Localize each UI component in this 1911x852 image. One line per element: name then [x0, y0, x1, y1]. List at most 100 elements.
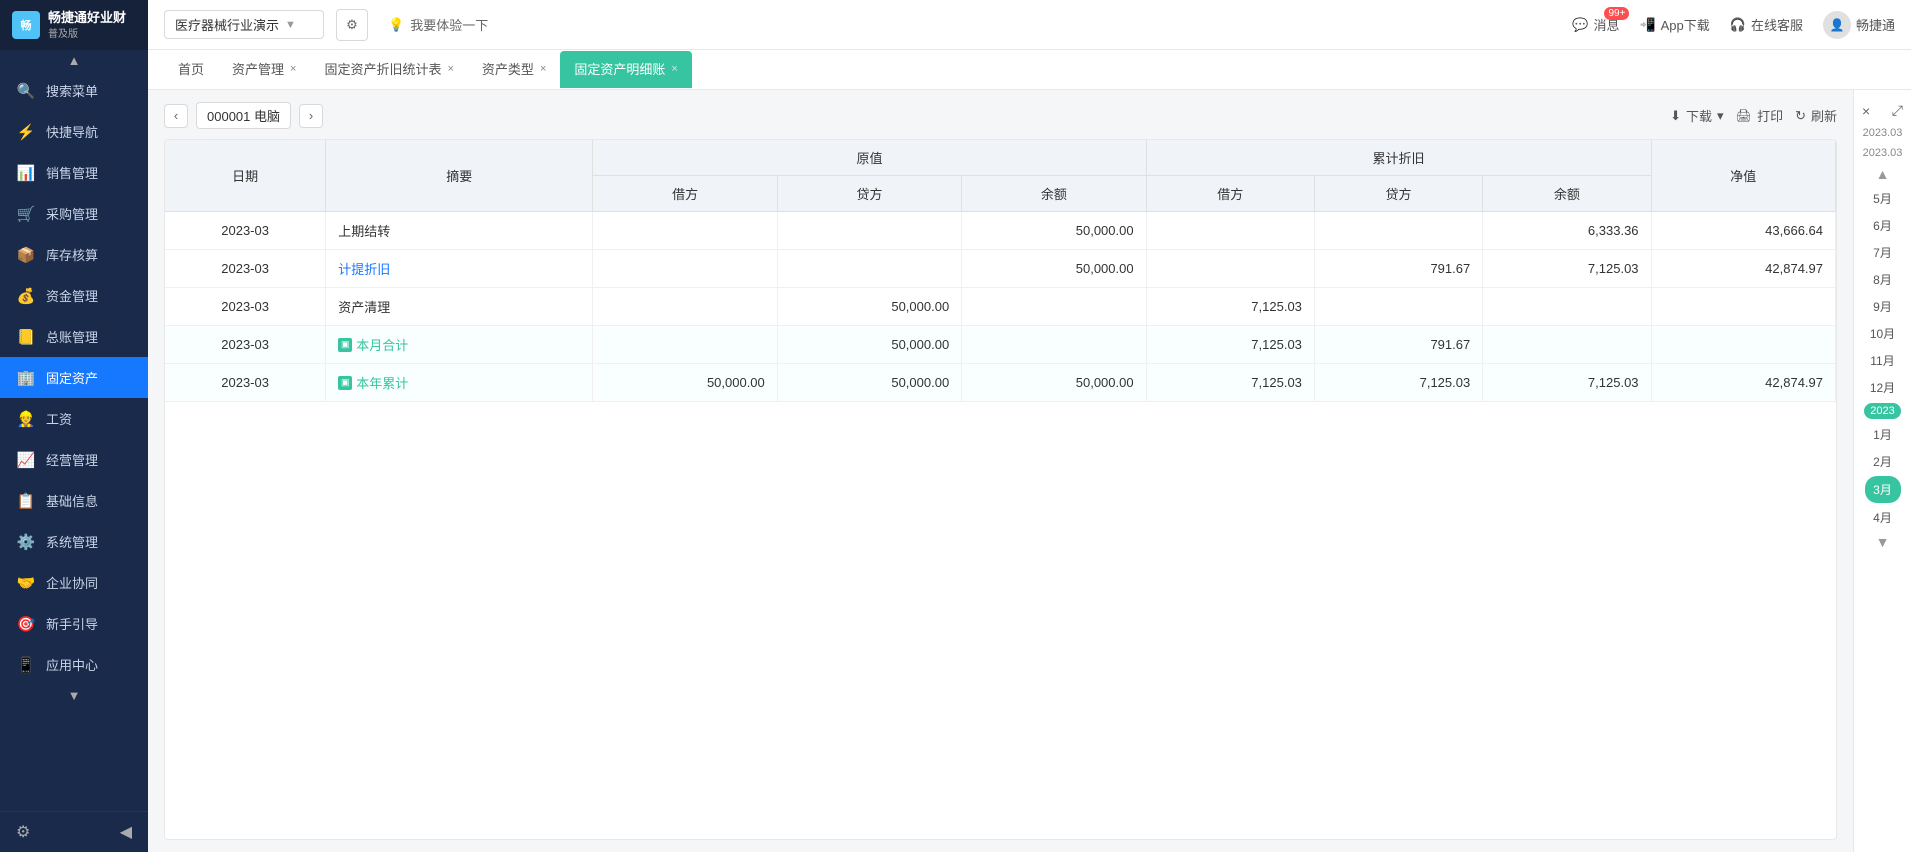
timeline-down-arrow[interactable]: ▼: [1876, 531, 1890, 553]
sidebar-item-label: 工资: [46, 409, 72, 428]
experience-button[interactable]: 💡 我要体验一下: [388, 15, 488, 34]
timeline-month-4[interactable]: 4月: [1854, 504, 1911, 531]
tab-asset-type-close[interactable]: ×: [540, 63, 546, 75]
tab-asset-mgmt-close[interactable]: ×: [290, 63, 296, 75]
tab-asset-detail-label: 固定资产明细账: [574, 59, 665, 78]
basic-info-icon: 📋: [16, 492, 36, 510]
sidebar-item-system[interactable]: ⚙️ 系统管理: [0, 521, 148, 562]
cell-dep-credit: 791.67: [1314, 326, 1482, 364]
scroll-up-btn[interactable]: ▲: [0, 50, 148, 70]
timeline-month-11[interactable]: 11月: [1854, 347, 1911, 374]
logo-text: 畅捷通好业财: [48, 10, 126, 26]
sidebar-item-purchase[interactable]: 🛒 采购管理: [0, 193, 148, 234]
sidebar-item-funds[interactable]: 💰 资金管理: [0, 275, 148, 316]
cell-net: 42,874.97: [1651, 364, 1835, 402]
timeline-month-1[interactable]: 1月: [1854, 421, 1911, 448]
app-download-button[interactable]: 📲 App下载: [1639, 15, 1709, 34]
cell-dep-credit: 791.67: [1314, 250, 1482, 288]
sidebar-logo[interactable]: 畅 畅捷通好业财 普及版: [0, 0, 148, 50]
sidebar-item-label: 采购管理: [46, 204, 98, 223]
table-row: 2023-03 上期结转 50,000.00 6,333.36 43,666.6…: [165, 212, 1836, 250]
sidebar-item-fixed-assets[interactable]: 🏢 固定资产: [0, 357, 148, 398]
cell-orig-credit[interactable]: 50,000.00: [777, 288, 961, 326]
table-row: 2023-03 计提折旧 50,000.00 791.67 7,125.03 4…: [165, 250, 1836, 288]
cell-summary: 计提折旧: [326, 250, 593, 288]
refresh-button[interactable]: ↻ 刷新: [1795, 106, 1837, 125]
sidebar-item-basic-info[interactable]: 📋 基础信息: [0, 480, 148, 521]
col-group-depreciation: 累计折旧: [1146, 140, 1651, 176]
tab-asset-detail[interactable]: 固定资产明细账 ×: [560, 51, 691, 88]
prev-asset-button[interactable]: ‹: [164, 104, 188, 128]
fixed-assets-icon: 🏢: [16, 369, 36, 387]
col-dep-debit: 借方: [1146, 176, 1314, 212]
tab-depreciation-stats-close[interactable]: ×: [447, 63, 453, 75]
timeline-close-button[interactable]: ×: [1862, 103, 1870, 119]
asset-tag: 000001 电脑: [196, 102, 291, 129]
timeline-month-7[interactable]: 7月: [1854, 239, 1911, 266]
cell-date: 2023-03: [165, 364, 326, 402]
next-asset-button[interactable]: ›: [299, 104, 323, 128]
download-label: 下载: [1686, 106, 1712, 125]
tab-depreciation-stats[interactable]: 固定资产折旧统计表 ×: [310, 51, 467, 88]
tab-asset-detail-close[interactable]: ×: [671, 63, 677, 75]
messages-button[interactable]: 💬 消息 99+: [1572, 15, 1619, 34]
sidebar-item-app-center[interactable]: 📱 应用中心: [0, 644, 148, 685]
sidebar-item-guide[interactable]: 🎯 新手引导: [0, 603, 148, 644]
timeline-month-9[interactable]: 9月: [1854, 293, 1911, 320]
settings-footer-icon[interactable]: ⚙: [16, 822, 30, 842]
timeline-month-6[interactable]: 6月: [1854, 212, 1911, 239]
data-table-wrap: 日期 摘要 原值 累计折旧 净值 借方 贷方 余额 借方 贷方 余额: [164, 139, 1837, 840]
download-icon: ⬇: [1670, 108, 1681, 124]
sidebar-item-ledger[interactable]: 📒 总账管理: [0, 316, 148, 357]
scroll-down-btn[interactable]: ▼: [0, 685, 148, 705]
sidebar-item-operations[interactable]: 📈 经营管理: [0, 439, 148, 480]
timeline-month-3[interactable]: 3月: [1865, 476, 1901, 503]
tab-asset-mgmt[interactable]: 资产管理 ×: [218, 51, 310, 88]
app-center-icon: 📱: [16, 656, 36, 674]
timeline-month-8[interactable]: 8月: [1854, 266, 1911, 293]
collapse-sidebar-icon[interactable]: ◀: [120, 822, 132, 842]
sidebar-item-search[interactable]: 🔍 搜索菜单: [0, 70, 148, 111]
tab-asset-type-label: 资产类型: [482, 59, 534, 78]
print-button[interactable]: 🖨 打印: [1736, 106, 1784, 125]
experience-text: 我要体验一下: [410, 15, 488, 34]
download-button[interactable]: ⬇ 下载 ▾: [1670, 106, 1723, 125]
timeline-month-12[interactable]: 12月: [1854, 374, 1911, 401]
cell-date: 2023-03: [165, 326, 326, 364]
sidebar-item-cooperation[interactable]: 🤝 企业协同: [0, 562, 148, 603]
sidebar-item-sales[interactable]: 📊 销售管理: [0, 152, 148, 193]
timeline-expand-button[interactable]: ⤢: [1892, 102, 1903, 119]
year-badge: ▣ 本年累计: [338, 373, 408, 392]
col-orig-debit: 借方: [593, 176, 777, 212]
messages-badge: 99+: [1604, 7, 1629, 20]
sales-icon: 📊: [16, 164, 36, 182]
sidebar-item-label: 销售管理: [46, 163, 98, 182]
sidebar-item-inventory[interactable]: 📦 库存核算: [0, 234, 148, 275]
company-dropdown-icon: ▼: [285, 19, 296, 31]
tab-home[interactable]: 首页: [164, 51, 218, 88]
print-label: 打印: [1757, 106, 1783, 125]
timeline-up-arrow[interactable]: ▲: [1876, 163, 1890, 185]
user-profile[interactable]: 👤 畅捷通: [1823, 11, 1895, 39]
online-service-button[interactable]: 🎧 在线客服: [1730, 15, 1803, 34]
timeline-month-10[interactable]: 10月: [1854, 320, 1911, 347]
cell-orig-debit: [593, 326, 777, 364]
timeline-year-badge[interactable]: 2023: [1864, 403, 1900, 419]
tab-bar: 首页 资产管理 × 固定资产折旧统计表 × 资产类型 × 固定资产明细账 ×: [148, 50, 1911, 90]
avatar-icon: 👤: [1830, 18, 1845, 32]
cell-orig-credit: [777, 212, 961, 250]
cell-orig-credit: [777, 250, 961, 288]
timeline-month-5[interactable]: 5月: [1854, 185, 1911, 212]
summary-link[interactable]: 计提折旧: [338, 262, 390, 277]
company-selector[interactable]: 医疗器械行业演示 ▼: [164, 10, 324, 39]
sidebar-item-label: 资金管理: [46, 286, 98, 305]
sidebar-item-quick-nav[interactable]: ⚡ 快捷导航: [0, 111, 148, 152]
app-download-icon: 📲: [1639, 17, 1655, 33]
sidebar-item-label: 基础信息: [46, 491, 98, 510]
tab-asset-type[interactable]: 资产类型 ×: [468, 51, 560, 88]
sidebar-item-payroll[interactable]: 👷 工资: [0, 398, 148, 439]
cell-net: [1651, 288, 1835, 326]
cooperation-icon: 🤝: [16, 574, 36, 592]
settings-button[interactable]: ⚙: [336, 9, 368, 41]
timeline-month-2[interactable]: 2月: [1854, 448, 1911, 475]
